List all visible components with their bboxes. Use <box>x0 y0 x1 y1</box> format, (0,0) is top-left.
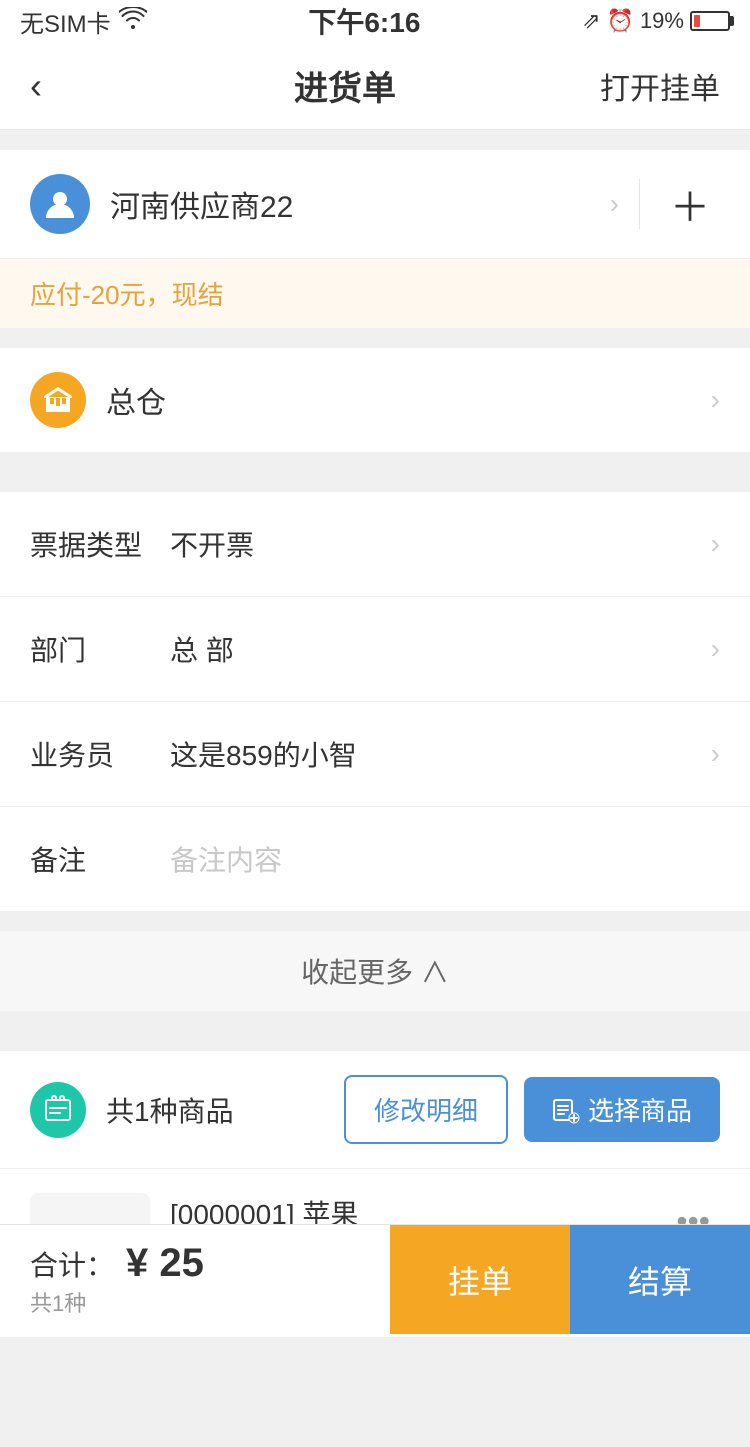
products-count: 共1种商品 <box>106 1090 344 1130</box>
status-left: 无SIM卡 <box>20 4 147 39</box>
remark-row[interactable]: 备注 备注内容 <box>0 807 750 911</box>
total-amount: ¥ 25 <box>126 1241 204 1286</box>
divider-1 <box>0 328 750 348</box>
supplier-row[interactable]: 河南供应商22 › ＋ <box>0 150 750 259</box>
bottom-bar: 合计： ¥ 25 共1种 挂单 结算 <box>0 1224 750 1334</box>
hang-button[interactable]: 挂单 <box>390 1225 570 1334</box>
nav-bar: ‹ 进货单 打开挂单 <box>0 42 750 130</box>
status-right: ⇗ ⏰ 19% <box>582 8 730 34</box>
staff-row[interactable]: 业务员 这是859的小智 › <box>0 702 750 807</box>
wifi-icon <box>119 7 147 36</box>
products-header: 共1种商品 修改明细 选择商品 <box>0 1051 750 1169</box>
total-count: 共1种 <box>30 1286 360 1318</box>
battery-percent: 19% <box>640 8 684 34</box>
notice-bar: 应付-20元，现结 <box>0 259 750 328</box>
divider-3 <box>0 1011 750 1031</box>
total-label: 合计： <box>30 1244 114 1284</box>
products-icon <box>30 1082 86 1138</box>
location-icon: ⇗ <box>582 8 600 34</box>
remark-input[interactable]: 备注内容 <box>150 839 720 879</box>
warehouse-arrow-icon: › <box>711 384 720 416</box>
dept-value: 总 部 <box>150 629 701 669</box>
supplier-arrow-icon: › <box>610 188 619 220</box>
add-supplier-button[interactable]: ＋ <box>660 175 720 233</box>
staff-arrow-icon: › <box>711 738 720 770</box>
form-section: 票据类型 不开票 › 部门 总 部 › 业务员 这是859的小智 › 备注 备注… <box>0 492 750 911</box>
bill-type-arrow-icon: › <box>711 528 720 560</box>
footer-spacer <box>0 1337 750 1447</box>
top-divider <box>0 130 750 150</box>
staff-label: 业务员 <box>30 734 150 774</box>
warehouse-row[interactable]: 总仓 › <box>0 348 750 452</box>
bill-type-row[interactable]: 票据类型 不开票 › <box>0 492 750 597</box>
battery-icon <box>690 11 730 31</box>
battery-tip <box>730 16 734 26</box>
select-product-button[interactable]: 选择商品 <box>524 1077 720 1142</box>
dept-arrow-icon: › <box>711 633 720 665</box>
select-product-label: 选择商品 <box>588 1091 692 1128</box>
dept-label: 部门 <box>30 629 150 669</box>
checkout-button[interactable]: 结算 <box>570 1225 750 1334</box>
bill-type-label: 票据类型 <box>30 524 150 564</box>
bill-type-value: 不开票 <box>150 524 701 564</box>
page-title: 进货单 <box>90 61 600 110</box>
collapse-bar[interactable]: 收起更多 ∧ <box>0 931 750 1011</box>
divider-2 <box>0 452 750 472</box>
status-time: 下午6:16 <box>308 1 420 41</box>
status-bar: 无SIM卡 下午6:16 ⇗ ⏰ 19% <box>0 0 750 42</box>
total-row: 合计： ¥ 25 <box>30 1241 360 1286</box>
back-button[interactable]: ‹ <box>30 65 90 107</box>
remark-label: 备注 <box>30 839 150 879</box>
supplier-avatar <box>30 174 90 234</box>
dept-row[interactable]: 部门 总 部 › <box>0 597 750 702</box>
battery-fill <box>694 15 700 27</box>
carrier-label: 无SIM卡 <box>20 4 111 39</box>
staff-value: 这是859的小智 <box>150 734 701 774</box>
edit-detail-button[interactable]: 修改明细 <box>344 1075 508 1144</box>
warehouse-name: 总仓 <box>106 378 701 422</box>
supplier-section: 河南供应商22 › ＋ 应付-20元，现结 <box>0 150 750 328</box>
warehouse-icon <box>30 372 86 428</box>
vertical-divider <box>639 179 640 229</box>
warehouse-section: 总仓 › <box>0 348 750 452</box>
total-section: 合计： ¥ 25 共1种 <box>0 1225 390 1334</box>
open-pending-button[interactable]: 打开挂单 <box>600 64 720 108</box>
alarm-icon: ⏰ <box>607 8 634 34</box>
supplier-name: 河南供应商22 <box>110 182 600 226</box>
